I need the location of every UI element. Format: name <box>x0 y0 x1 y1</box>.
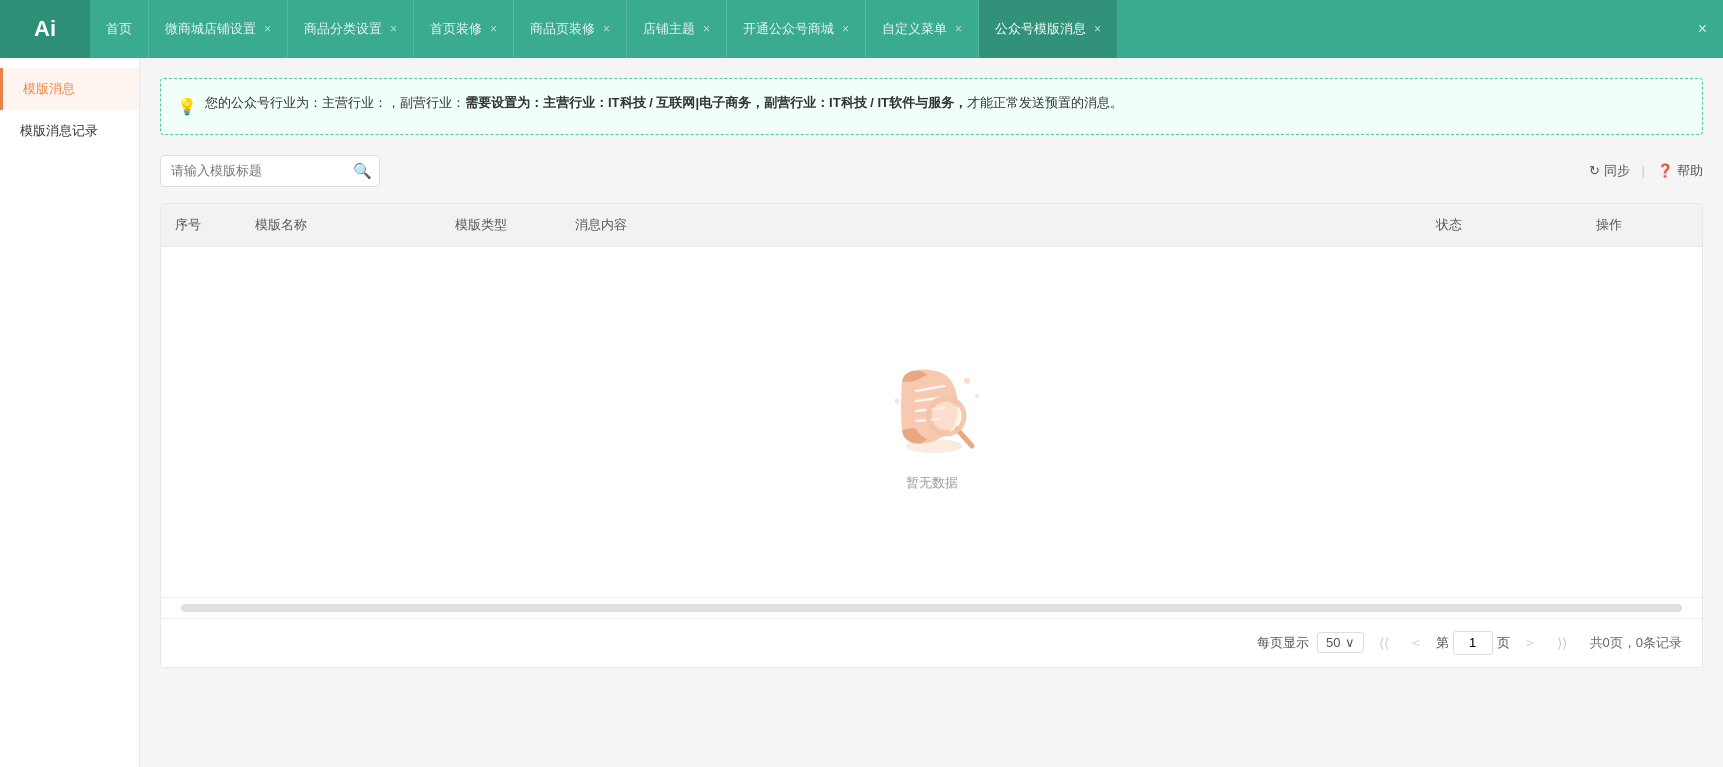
table-header-content: 消息内容 <box>561 204 1422 246</box>
notice-box: 💡 您的公众号行业为：主营行业：，副营行业：需要设置为：主营行业：IT科技 / … <box>160 78 1703 135</box>
empty-text: 暂无数据 <box>872 474 992 492</box>
table-header-type: 模版类型 <box>441 204 561 246</box>
toolbar-divider: | <box>1642 163 1645 178</box>
search-input-wrap: 🔍 <box>160 155 380 187</box>
app-logo: Ai <box>0 0 90 58</box>
page-input-wrap: 第 页 <box>1436 631 1510 655</box>
help-icon: ❓ <box>1657 163 1673 178</box>
nav-tab-close-store-theme[interactable]: × <box>703 22 710 36</box>
page-after-label: 页 <box>1497 634 1510 652</box>
nav-tab-store-theme[interactable]: 店铺主题× <box>627 0 727 58</box>
page-prev-button[interactable]: ＜ <box>1404 631 1428 655</box>
nav-tab-store-settings[interactable]: 微商城店铺设置× <box>149 0 288 58</box>
svg-point-8 <box>964 378 970 384</box>
page-size-select[interactable]: 50 ∨ <box>1317 632 1363 653</box>
nav-tab-category-settings[interactable]: 商品分类设置× <box>288 0 414 58</box>
sync-button[interactable]: ↻ 同步 <box>1589 162 1630 180</box>
notice-highlight: 需要设置为：主营行业：IT科技 / 互联网|电子商务，副营行业：IT科技 / I… <box>465 95 967 110</box>
sidebar-item-template-message-log[interactable]: 模版消息记录 <box>0 110 139 152</box>
toolbar-right: ↻ 同步 | ❓ 帮助 <box>1589 162 1703 180</box>
sidebar: 模版消息模版消息记录 <box>0 58 140 767</box>
empty-illustration <box>872 351 992 471</box>
page-last-button[interactable]: ⟩⟩ <box>1550 631 1574 655</box>
notice-text: 您的公众号行业为：主营行业：，副营行业：需要设置为：主营行业：IT科技 / 互联… <box>205 93 1686 114</box>
help-button[interactable]: ❓ 帮助 <box>1657 162 1703 180</box>
page-size-chevron-icon: ∨ <box>1345 635 1355 650</box>
nav-tab-template-msg[interactable]: 公众号模版消息× <box>979 0 1118 58</box>
svg-point-10 <box>894 399 899 404</box>
nav-tab-home[interactable]: 首页 <box>90 0 149 58</box>
table-header-action: 操作 <box>1582 204 1702 246</box>
svg-point-9 <box>975 394 979 398</box>
table-header-name: 模版名称 <box>241 204 441 246</box>
nav-tab-open-mall[interactable]: 开通公众号商城× <box>727 0 866 58</box>
nav-tab-close-custom-menu[interactable]: × <box>955 22 962 36</box>
pagination: 每页显示 50 ∨ ⟨⟨ ＜ 第 页 ＞ ⟩⟩ 共0页，0条记录 <box>161 618 1702 667</box>
page-next-button[interactable]: ＞ <box>1518 631 1542 655</box>
svg-point-7 <box>932 402 960 430</box>
nav-tab-close-home-decoration[interactable]: × <box>490 22 497 36</box>
nav-tab-close-template-msg[interactable]: × <box>1094 22 1101 36</box>
nav-tab-close-product-decoration[interactable]: × <box>603 22 610 36</box>
nav-tab-custom-menu[interactable]: 自定义菜单× <box>866 0 979 58</box>
nav-tab-home-decoration[interactable]: 首页装修× <box>414 0 514 58</box>
content-area: 💡 您的公众号行业为：主营行业：，副营行业：需要设置为：主营行业：IT科技 / … <box>140 58 1723 767</box>
sync-icon: ↻ <box>1589 163 1600 178</box>
scrollbar-area <box>161 597 1702 618</box>
nav-tab-product-decoration[interactable]: 商品页装修× <box>514 0 627 58</box>
help-label: 帮助 <box>1677 162 1703 180</box>
data-table: 序号模版名称模版类型消息内容状态操作 <box>160 203 1703 668</box>
notice-prefix: 您的公众号行业为：主营行业：，副营行业： <box>205 95 465 110</box>
nav-tabs: 首页微商城店铺设置×商品分类设置×首页装修×商品页装修×店铺主题×开通公众号商城… <box>90 0 1698 58</box>
sidebar-item-template-message[interactable]: 模版消息 <box>0 68 139 110</box>
notice-suffix: 才能正常发送预置的消息。 <box>967 95 1123 110</box>
empty-state: 暂无数据 <box>872 351 992 492</box>
close-all-button[interactable]: × <box>1698 20 1707 38</box>
page-first-button[interactable]: ⟨⟨ <box>1372 631 1396 655</box>
table-body: 暂无数据 <box>161 247 1702 597</box>
scrollbar-track[interactable] <box>181 604 1682 612</box>
total-info: 共0页，0条记录 <box>1590 634 1682 652</box>
page-before-label: 第 <box>1436 634 1449 652</box>
top-nav: Ai 首页微商城店铺设置×商品分类设置×首页装修×商品页装修×店铺主题×开通公众… <box>0 0 1723 58</box>
main-layout: 模版消息模版消息记录 💡 您的公众号行业为：主营行业：，副营行业：需要设置为：主… <box>0 58 1723 767</box>
search-button[interactable]: 🔍 <box>353 162 372 180</box>
nav-tab-close-open-mall[interactable]: × <box>842 22 849 36</box>
search-bar: 🔍 ↻ 同步 | ❓ 帮助 <box>160 155 1703 187</box>
sync-label: 同步 <box>1604 162 1630 180</box>
search-input[interactable] <box>160 155 380 187</box>
page-size-value: 50 <box>1326 635 1340 650</box>
page-size-label: 每页显示 <box>1257 634 1309 652</box>
notice-icon: 💡 <box>177 94 197 120</box>
nav-tab-close-category-settings[interactable]: × <box>390 22 397 36</box>
table-header: 序号模版名称模版类型消息内容状态操作 <box>161 204 1702 247</box>
page-number-input[interactable] <box>1453 631 1493 655</box>
table-header-index: 序号 <box>161 204 241 246</box>
nav-tab-close-store-settings[interactable]: × <box>264 22 271 36</box>
table-header-status: 状态 <box>1422 204 1582 246</box>
search-icon: 🔍 <box>353 162 372 179</box>
